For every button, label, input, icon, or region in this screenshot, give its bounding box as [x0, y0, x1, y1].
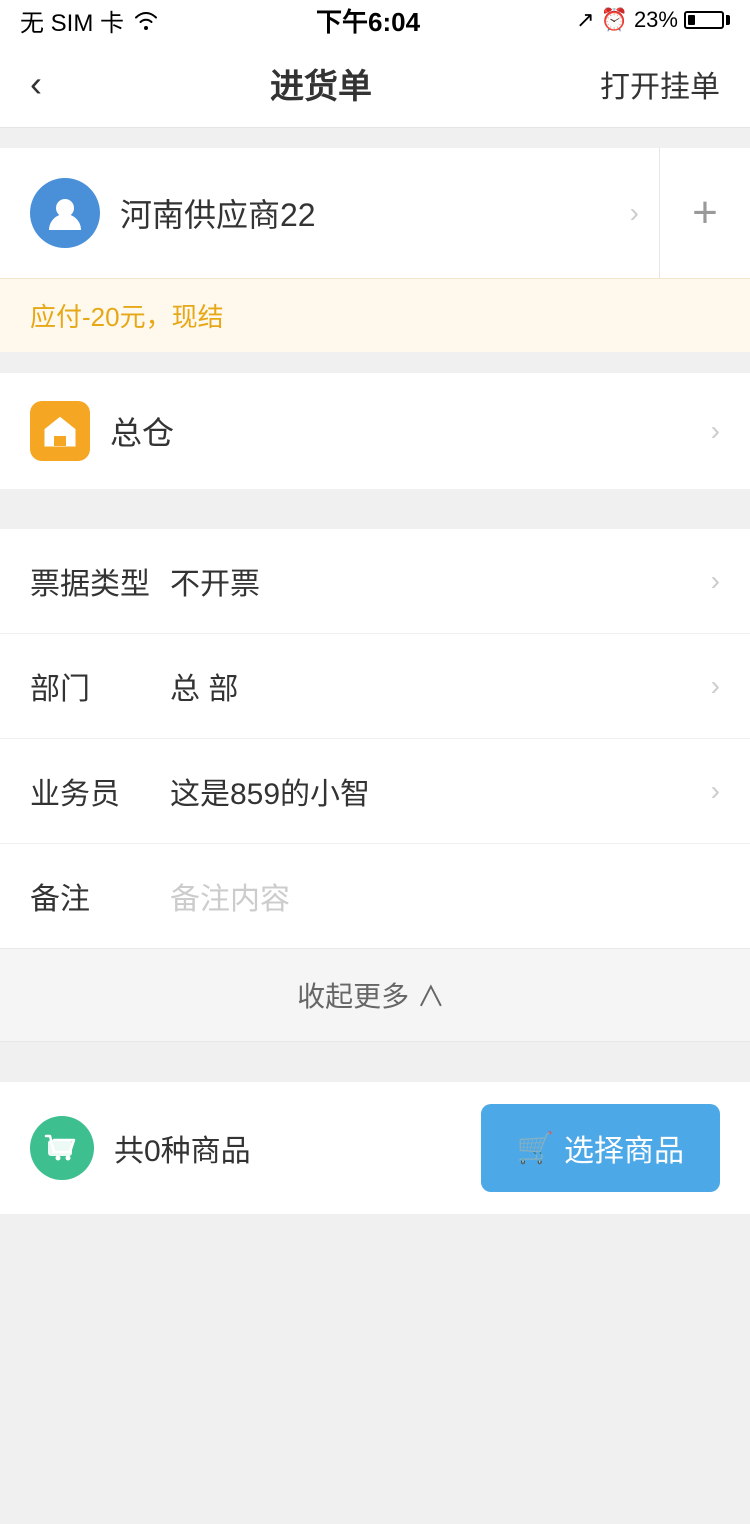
chevron-right-icon: ›: [610, 197, 659, 229]
supplier-avatar: [30, 178, 100, 248]
status-bar: 无 SIM 卡 下午6:04 ↗ ⏰ 23%: [0, 0, 750, 40]
warehouse-building-icon: [41, 412, 79, 450]
form-section: 票据类型 不开票 › 部门 总 部 › 业务员 这是859的小智 › 备注 备注…: [0, 529, 750, 948]
section-gap-1: [0, 128, 750, 148]
supplier-name: 河南供应商22: [120, 190, 610, 236]
warehouse-chevron-icon: ›: [711, 415, 720, 447]
remark-label: 备注: [30, 874, 170, 918]
back-button[interactable]: ‹: [30, 63, 42, 105]
status-right: ↗ ⏰ 23%: [576, 7, 730, 33]
salesperson-chevron: ›: [711, 775, 720, 807]
department-row[interactable]: 部门 总 部 ›: [0, 634, 750, 739]
add-supplier-button[interactable]: +: [660, 188, 750, 238]
product-footer: 共0种商品 🛒 选择商品: [0, 1082, 750, 1214]
alarm-icon: ⏰: [601, 7, 628, 33]
salesperson-label: 业务员: [30, 769, 170, 813]
supplier-section: 河南供应商22 › +: [0, 148, 750, 278]
invoice-type-chevron: ›: [711, 565, 720, 597]
status-time: 下午6:04: [316, 2, 420, 39]
cart-icon: [44, 1130, 80, 1166]
salesperson-row[interactable]: 业务员 这是859的小智 ›: [0, 739, 750, 844]
product-count-label: 共0种商品: [114, 1126, 481, 1170]
select-product-label: 选择商品: [564, 1126, 684, 1170]
salesperson-value: 这是859的小智: [170, 769, 701, 813]
invoice-type-row[interactable]: 票据类型 不开票 ›: [0, 529, 750, 634]
remark-row[interactable]: 备注 备注内容: [0, 844, 750, 948]
person-icon: [44, 192, 86, 234]
location-icon: ↗: [576, 7, 594, 33]
product-icon-container: [30, 1116, 94, 1180]
collapse-bar[interactable]: 收起更多 ∧: [0, 948, 750, 1042]
battery-icon: [684, 11, 730, 29]
battery-percent: 23%: [634, 7, 678, 33]
invoice-type-label: 票据类型: [30, 559, 170, 603]
section-gap-4: [0, 1042, 750, 1062]
remark-placeholder[interactable]: 备注内容: [170, 874, 720, 918]
notice-bar: 应付-20元，现结: [0, 278, 750, 352]
warehouse-section[interactable]: 总仓 ›: [0, 372, 750, 489]
select-product-button[interactable]: 🛒 选择商品: [481, 1104, 720, 1192]
notice-text: 应付-20元，现结: [30, 302, 224, 332]
collapse-label: 收起更多 ∧: [297, 975, 445, 1015]
wifi-icon: [132, 10, 160, 30]
open-pending-button[interactable]: 打开挂单: [600, 62, 720, 106]
background-area: [0, 1214, 750, 1524]
invoice-type-value: 不开票: [170, 559, 701, 603]
select-product-icon: 🛒: [517, 1131, 554, 1166]
department-value: 总 部: [170, 664, 701, 708]
warehouse-name: 总仓: [110, 408, 711, 454]
carrier-label: 无 SIM 卡: [20, 3, 124, 38]
nav-bar: ‹ 进货单 打开挂单: [0, 40, 750, 128]
supplier-selector[interactable]: 河南供应商22 ›: [0, 148, 660, 278]
section-gap-3: [0, 489, 750, 509]
section-gap-2: [0, 352, 750, 372]
status-left: 无 SIM 卡: [20, 3, 160, 38]
department-label: 部门: [30, 664, 170, 708]
warehouse-icon-container: [30, 401, 90, 461]
page-title: 进货单: [270, 59, 372, 108]
department-chevron: ›: [711, 670, 720, 702]
